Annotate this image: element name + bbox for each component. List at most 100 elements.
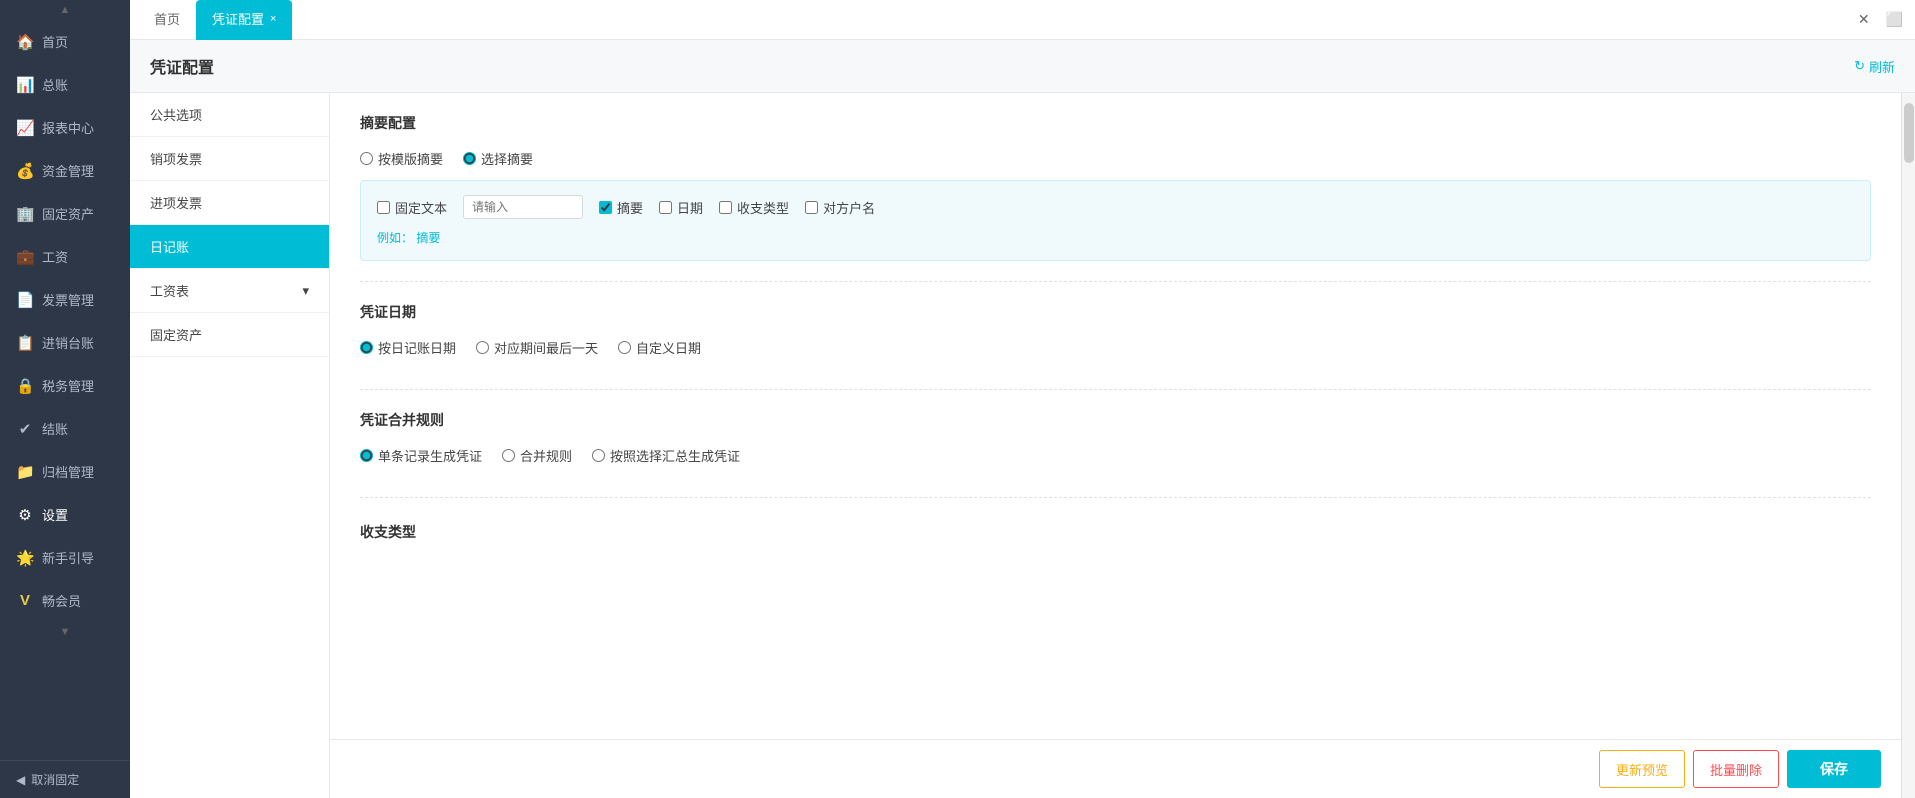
radio-template-summary[interactable]: 按模版摘要 xyxy=(360,149,443,168)
right-content: 摘要配置 按模版摘要 选择摘要 xyxy=(330,93,1901,739)
left-nav-fixed-asset[interactable]: 固定资产 xyxy=(130,313,329,357)
sidebar-item-label: 新手引导 xyxy=(42,548,94,567)
sidebar-item-fixed-asset[interactable]: 🏢 固定资产 xyxy=(0,192,130,235)
sales-ledger-icon: 📋 xyxy=(16,334,34,352)
sidebar: ▲ 🏠 首页 📊 总账 📈 报表中心 💰 资金管理 🏢 固定资产 💼 工资 📄 … xyxy=(0,0,130,798)
settings-icon: ⚙ xyxy=(16,506,34,524)
left-nav-fixed-asset-label: 固定资产 xyxy=(150,325,202,344)
tab-home-label: 首页 xyxy=(154,9,180,28)
radio-select-summary[interactable]: 选择摘要 xyxy=(463,149,533,168)
left-nav-public-label: 公共选项 xyxy=(150,105,202,124)
radio-select-merge-input[interactable] xyxy=(592,449,605,462)
radio-period-last[interactable]: 对应期间最后一天 xyxy=(476,338,598,357)
tab-voucher-config[interactable]: 凭证配置 × xyxy=(196,0,292,40)
guide-icon: 🌟 xyxy=(16,549,34,567)
salary-icon: 💼 xyxy=(16,248,34,266)
checkbox-date-input[interactable] xyxy=(659,201,672,214)
checkbox-counterparty-input[interactable] xyxy=(805,201,818,214)
radio-single-record[interactable]: 单条记录生成凭证 xyxy=(360,446,482,465)
checkbox-fixed-text-input[interactable] xyxy=(377,201,390,214)
sidebar-item-settle[interactable]: ✔ 结账 xyxy=(0,407,130,450)
radio-template-summary-label: 按模版摘要 xyxy=(378,149,443,168)
date-radio-group: 按日记账日期 对应期间最后一天 自定义日期 xyxy=(360,338,1871,357)
scroll-track xyxy=(1901,93,1915,798)
radio-template-summary-input[interactable] xyxy=(360,152,373,165)
checkbox-summary[interactable]: 摘要 xyxy=(599,198,643,217)
sidebar-item-ledger[interactable]: 📊 总账 xyxy=(0,63,130,106)
tab-home[interactable]: 首页 xyxy=(138,0,196,40)
left-nav-public[interactable]: 公共选项 xyxy=(130,93,329,137)
left-nav-journal[interactable]: 日记账 xyxy=(130,225,329,269)
archive-icon: 📁 xyxy=(16,463,34,481)
fund-icon: 💰 xyxy=(16,162,34,180)
two-panel: 公共选项 销项发票 进项发票 日记账 工资表 ▾ 固定资产 xyxy=(130,93,1915,798)
fixed-text-input[interactable] xyxy=(463,195,583,219)
left-nav-purchase-invoice[interactable]: 进项发票 xyxy=(130,181,329,225)
sidebar-item-label: 发票管理 xyxy=(42,290,94,309)
sidebar-item-label: 畅会员 xyxy=(42,591,81,610)
radio-merge-rule-label: 合并规则 xyxy=(520,446,572,465)
radio-merge-rule[interactable]: 合并规则 xyxy=(502,446,572,465)
radio-custom-date-input[interactable] xyxy=(618,341,631,354)
radio-period-last-input[interactable] xyxy=(476,341,489,354)
window-close-button[interactable]: ✕ xyxy=(1854,7,1874,32)
checkbox-fixed-text-label: 固定文本 xyxy=(395,198,447,217)
sidebar-item-archive[interactable]: 📁 归档管理 xyxy=(0,450,130,493)
update-preview-button[interactable]: 更新预览 xyxy=(1599,750,1685,788)
sidebar-item-sales-ledger[interactable]: 📋 进销台账 xyxy=(0,321,130,364)
tab-close-icon[interactable]: × xyxy=(270,13,276,25)
page-header: 凭证配置 ↻ 刷新 xyxy=(130,40,1915,93)
sidebar-item-salary[interactable]: 💼 工资 xyxy=(0,235,130,278)
checkbox-fixed-text[interactable]: 固定文本 xyxy=(377,198,447,217)
sidebar-item-settings[interactable]: ⚙ 设置 xyxy=(0,493,130,536)
sidebar-scroll-up[interactable]: ▲ xyxy=(0,0,130,20)
checkbox-date[interactable]: 日期 xyxy=(659,198,703,217)
invoice-icon: 📄 xyxy=(16,291,34,309)
sidebar-item-fund[interactable]: 💰 资金管理 xyxy=(0,149,130,192)
checkbox-summary-input[interactable] xyxy=(599,201,612,214)
left-nav-payroll[interactable]: 工资表 ▾ xyxy=(130,269,329,313)
fixed-asset-icon: 🏢 xyxy=(16,205,34,223)
pin-label: 取消固定 xyxy=(31,771,79,788)
merge-radio-group: 单条记录生成凭证 合并规则 按照选择汇总生成凭证 xyxy=(360,446,1871,465)
radio-select-merge[interactable]: 按照选择汇总生成凭证 xyxy=(592,446,740,465)
radio-select-summary-input[interactable] xyxy=(463,152,476,165)
refresh-button[interactable]: ↻ 刷新 xyxy=(1854,57,1895,76)
radio-period-last-label: 对应期间最后一天 xyxy=(494,338,598,357)
save-button[interactable]: 保存 xyxy=(1787,750,1881,788)
window-restore-button[interactable]: ⬜ xyxy=(1882,7,1907,32)
sidebar-item-tax[interactable]: 🔒 税务管理 xyxy=(0,364,130,407)
scroll-thumb[interactable] xyxy=(1904,103,1914,163)
sidebar-item-invoice[interactable]: 📄 发票管理 xyxy=(0,278,130,321)
sidebar-item-report[interactable]: 📈 报表中心 xyxy=(0,106,130,149)
checkbox-counterparty[interactable]: 对方户名 xyxy=(805,198,875,217)
sidebar-item-member[interactable]: V 畅会员 xyxy=(0,579,130,622)
radio-journal-date[interactable]: 按日记账日期 xyxy=(360,338,456,357)
radio-select-summary-label: 选择摘要 xyxy=(481,149,533,168)
radio-merge-rule-input[interactable] xyxy=(502,449,515,462)
summary-radio-group: 按模版摘要 选择摘要 xyxy=(360,149,1871,168)
radio-custom-date[interactable]: 自定义日期 xyxy=(618,338,701,357)
sidebar-item-label: 进销台账 xyxy=(42,333,94,352)
batch-delete-button[interactable]: 批量删除 xyxy=(1693,750,1779,788)
checkbox-income-type-input[interactable] xyxy=(719,201,732,214)
tab-bar: 首页 凭证配置 × ✕ ⬜ xyxy=(130,0,1915,40)
sidebar-item-guide[interactable]: 🌟 新手引导 xyxy=(0,536,130,579)
left-nav-sales-invoice[interactable]: 销项发票 xyxy=(130,137,329,181)
chevron-down-icon: ▾ xyxy=(302,283,309,299)
checkbox-income-type[interactable]: 收支类型 xyxy=(719,198,789,217)
example-text: 例如： 摘要 xyxy=(377,229,1854,246)
date-section-title: 凭证日期 xyxy=(360,302,1871,322)
radio-single-record-input[interactable] xyxy=(360,449,373,462)
sidebar-item-label: 固定资产 xyxy=(42,204,94,223)
sidebar-scroll-down[interactable]: ▼ xyxy=(0,622,130,642)
radio-journal-date-input[interactable] xyxy=(360,341,373,354)
radio-select-merge-label: 按照选择汇总生成凭证 xyxy=(610,446,740,465)
left-nav-journal-label: 日记账 xyxy=(150,237,189,256)
left-nav-sales-label: 销项发票 xyxy=(150,149,202,168)
sidebar-item-label: 报表中心 xyxy=(42,118,94,137)
sidebar-item-home[interactable]: 🏠 首页 xyxy=(0,20,130,63)
sidebar-item-label: 设置 xyxy=(42,505,68,524)
radio-custom-date-label: 自定义日期 xyxy=(636,338,701,357)
sidebar-pin-toggle[interactable]: ◀ 取消固定 xyxy=(0,760,130,798)
